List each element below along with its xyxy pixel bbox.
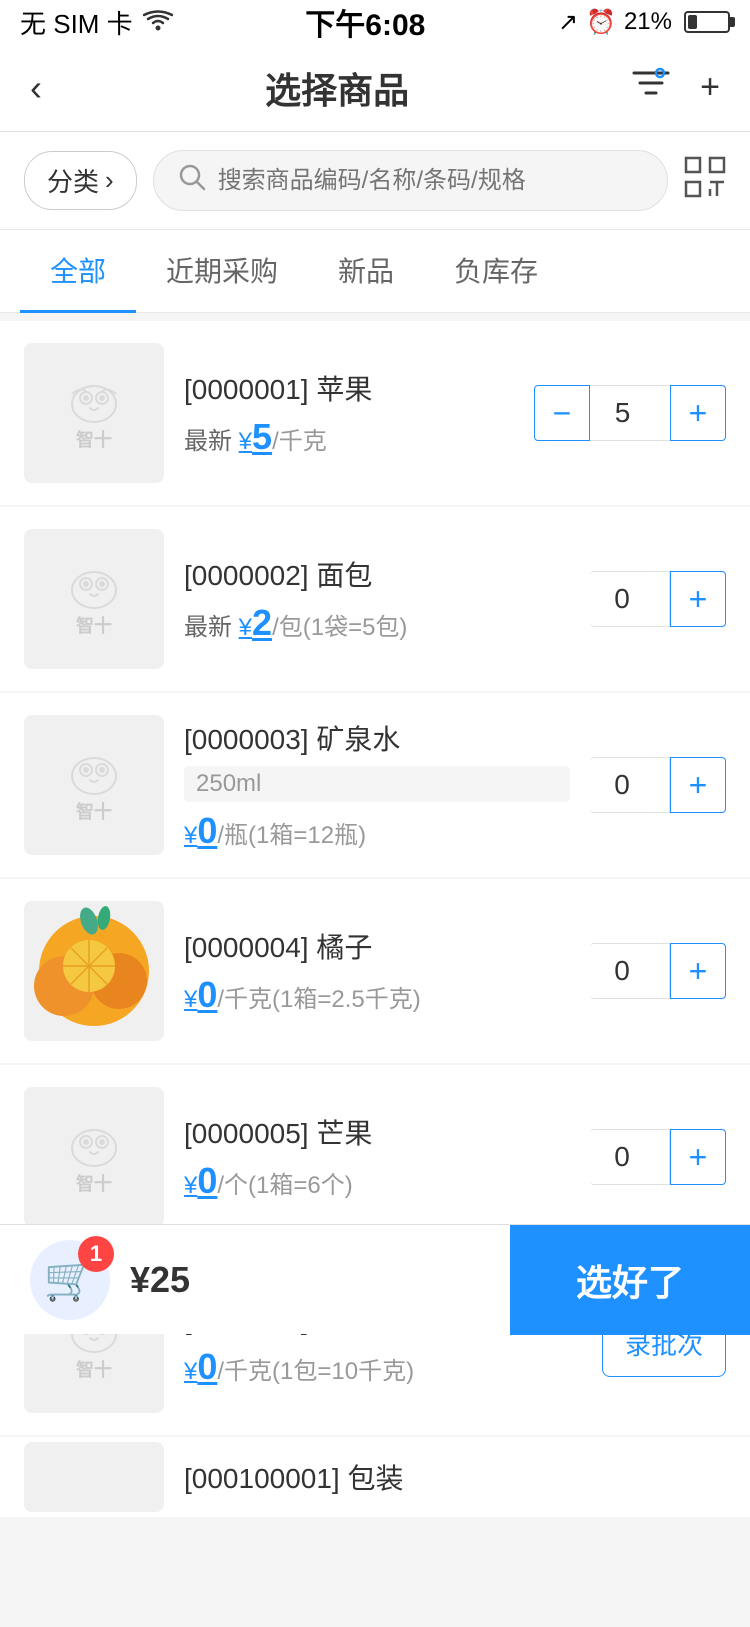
list-item: [0000004] 橘子 ¥0/千克(1箱=2.5千克) + <box>0 879 750 1063</box>
confirm-button[interactable]: 选好了 <box>510 1225 750 1335</box>
status-time: 下午6:08 <box>305 0 425 44</box>
search-box <box>153 150 668 211</box>
product-price: ¥0/千克(1包=10千克) <box>184 1346 582 1388</box>
quantity-control-p1: − + <box>534 385 726 441</box>
product-image-p3: 智十 <box>24 715 164 855</box>
status-left: 无 SIM 卡 <box>20 4 173 41</box>
tab-recent[interactable]: 近期采购 <box>136 230 308 313</box>
battery-icon <box>684 11 730 33</box>
minus-button[interactable]: − <box>534 385 590 441</box>
nav-left: ‹ <box>30 67 42 109</box>
product-info-p7: [000100001] 包装 <box>184 1457 726 1497</box>
product-info-p1: [0000001] 苹果 最新 ¥5/千克 <box>184 368 514 458</box>
cart-badge: 1 <box>78 1236 114 1272</box>
product-image-p1: 智十 <box>24 343 164 483</box>
cart-section: 🛒 1 ¥25 <box>0 1240 510 1320</box>
owl-logo: 智十 <box>64 1118 124 1196</box>
product-info-p2: [0000002] 面包 最新 ¥2/包(1袋=5包) <box>184 554 570 644</box>
status-right: ↗ ⏰ 21% <box>558 8 730 37</box>
owl-logo: 智十 <box>64 560 124 638</box>
filter-icon[interactable] <box>632 68 670 107</box>
status-bar: 无 SIM 卡 下午6:08 ↗ ⏰ 21% <box>0 0 750 44</box>
product-info-p4: [0000004] 橘子 ¥0/千克(1箱=2.5千克) <box>184 926 570 1016</box>
product-price: ¥0/瓶(1箱=12瓶) <box>184 810 570 852</box>
product-name: [0000001] 苹果 <box>184 368 514 408</box>
product-image-p5: 智十 <box>24 1087 164 1227</box>
search-input[interactable] <box>218 167 643 195</box>
wifi-icon <box>143 7 173 38</box>
yuan-symbol: ¥ <box>239 428 252 455</box>
bottom-bar: 🛒 1 ¥25 选好了 <box>0 1224 750 1334</box>
list-item: 智十 [0000002] 面包 最新 ¥2/包(1袋=5包) + <box>0 507 750 691</box>
filter-bar: 分类 › <box>0 132 750 230</box>
category-button[interactable]: 分类 › <box>24 151 137 210</box>
plus-button[interactable]: + <box>670 943 726 999</box>
tab-negative[interactable]: 负库存 <box>424 230 568 313</box>
quantity-input[interactable] <box>590 571 670 627</box>
add-icon[interactable]: + <box>700 68 720 107</box>
quantity-control-p2: + <box>590 571 726 627</box>
plus-button[interactable]: + <box>670 385 726 441</box>
owl-logo: 智十 <box>64 746 124 824</box>
alarm-icon: ⏰ <box>586 8 616 37</box>
product-info-p3: [0000003] 矿泉水 250ml ¥0/瓶(1箱=12瓶) <box>184 718 570 852</box>
quantity-input[interactable] <box>590 943 670 999</box>
product-spec: 250ml <box>184 766 570 802</box>
list-item: [000100001] 包装 <box>0 1437 750 1517</box>
cart-button[interactable]: 🛒 1 <box>30 1240 110 1320</box>
nav-right: + <box>632 68 720 107</box>
quantity-input[interactable] <box>590 385 670 441</box>
product-list: 智十 [0000001] 苹果 最新 ¥5/千克 − + <box>0 321 750 1517</box>
tab-new[interactable]: 新品 <box>308 230 424 313</box>
battery-percent: 21% <box>624 8 672 36</box>
product-name: [0000002] 面包 <box>184 554 570 594</box>
tab-bar: 全部 近期采购 新品 负库存 <box>0 230 750 313</box>
plus-button[interactable]: + <box>670 571 726 627</box>
product-image-p4 <box>24 901 164 1041</box>
nav-bar: ‹ 选择商品 + <box>0 44 750 132</box>
product-image-p2: 智十 <box>24 529 164 669</box>
tab-all[interactable]: 全部 <box>20 230 136 313</box>
orange-illustration <box>29 906 159 1036</box>
category-label: 分类 <box>47 162 99 199</box>
plus-button[interactable]: + <box>670 757 726 813</box>
quantity-control-p5: + <box>590 1129 726 1185</box>
product-price: 最新 ¥2/包(1袋=5包) <box>184 602 570 644</box>
list-item: 智十 [0000005] 芒果 ¥0/个(1箱=6个) + <box>0 1065 750 1249</box>
quantity-control-p3: + <box>590 757 726 813</box>
page-title: 选择商品 <box>265 62 409 114</box>
list-item: 智十 [0000001] 苹果 最新 ¥5/千克 − + <box>0 321 750 505</box>
plus-button[interactable]: + <box>670 1129 726 1185</box>
product-price: 最新 ¥5/千克 <box>184 416 514 458</box>
total-price: ¥25 <box>130 1259 190 1301</box>
category-chevron: › <box>105 165 114 196</box>
product-price: ¥0/个(1箱=6个) <box>184 1160 570 1202</box>
product-name: [0000005] 芒果 <box>184 1112 570 1152</box>
list-item: 智十 [0000003] 矿泉水 250ml ¥0/瓶(1箱=12瓶) + <box>0 693 750 877</box>
back-button[interactable]: ‹ <box>30 67 42 109</box>
quantity-control-p4: + <box>590 943 726 999</box>
scan-icon[interactable] <box>684 156 726 206</box>
carrier-label: 无 SIM 卡 <box>20 4 133 41</box>
quantity-input[interactable] <box>590 1129 670 1185</box>
location-icon: ↗ <box>558 8 578 37</box>
product-name: [000100001] 包装 <box>184 1457 726 1497</box>
search-icon <box>178 163 206 198</box>
owl-logo: 智十 <box>64 374 124 452</box>
product-info-p5: [0000005] 芒果 ¥0/个(1箱=6个) <box>184 1112 570 1202</box>
product-name: [0000004] 橘子 <box>184 926 570 966</box>
product-price: ¥0/千克(1箱=2.5千克) <box>184 974 570 1016</box>
product-image-p7 <box>24 1442 164 1512</box>
product-name: [0000003] 矿泉水 <box>184 718 570 758</box>
quantity-input[interactable] <box>590 757 670 813</box>
